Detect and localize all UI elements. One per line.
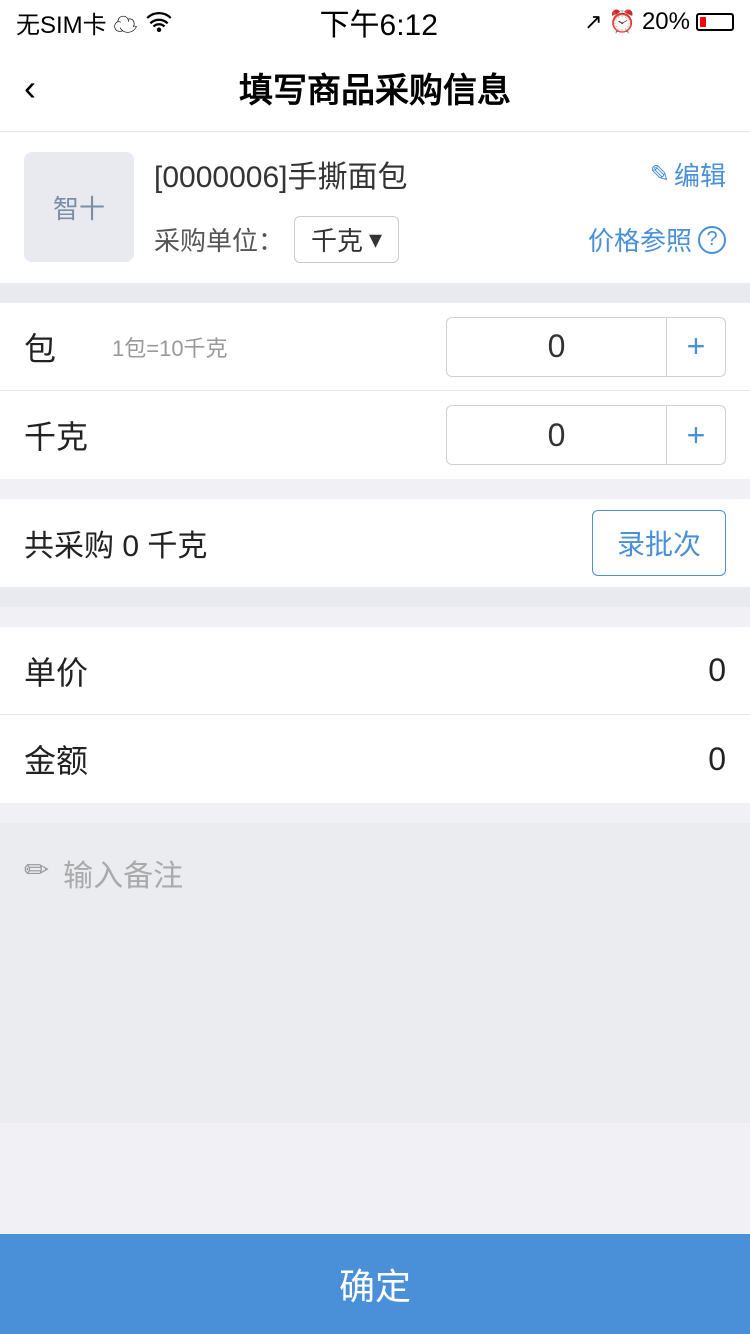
edit-icon: ✎ [650,160,670,189]
status-bar: 无SIM卡 ☁ 下午6:12 ↗ ⏰ 20% [0,0,750,44]
dropdown-icon: ▾ [369,224,382,255]
edit-label: 编辑 [674,156,726,193]
amount-value: 0 [708,741,726,778]
kg-input-row: 千克 + [0,391,750,479]
summary-unit: 千克 [147,530,207,563]
kg-quantity-input[interactable] [446,405,666,465]
back-button[interactable]: ‹ [24,67,36,109]
kg-input-right: + [446,405,726,465]
battery-percent: 20% [642,8,690,36]
product-name-row: [0000006]手撕面包 ✎ 编辑 [154,152,726,196]
kg-label: 千克 [24,412,104,458]
battery-icon [696,13,734,31]
purchase-unit-row: 采购单位： 千克 ▾ 价格参照 ? [154,216,726,263]
quantity-section: 包 1包=10千克 + 千克 + [0,303,750,479]
product-image: 智十 [24,152,134,262]
unit-price-row: 单价 0 [0,627,750,715]
summary-text: 共采购 0 千克 [24,521,207,565]
no-sim-label: 无SIM卡 ☁ [16,5,137,40]
product-name: [0000006]手撕面包 [154,152,407,196]
summary-amount: 0 [122,530,139,563]
nav-bar: ‹ 填写商品采购信息 [0,44,750,132]
product-card: 智十 [0000006]手撕面包 ✎ 编辑 采购单位： 千克 ▾ 价格参照 ? [0,132,750,283]
status-left: 无SIM卡 ☁ [16,5,173,40]
unit-price-label: 单价 [24,648,88,694]
amount-row: 金额 0 [0,715,750,803]
kg-plus-button[interactable]: + [666,405,726,465]
price-info-section: 单价 0 金额 0 [0,627,750,803]
status-time: 下午6:12 [320,0,438,44]
unit-value: 千克 [311,221,363,258]
unit-select[interactable]: 千克 ▾ [294,216,399,263]
bao-plus-button[interactable]: + [666,317,726,377]
purchase-unit-label: 采购单位： [154,221,284,258]
summary-prefix: 共采购 [24,530,114,563]
price-ref-button[interactable]: 价格参照 ? [588,221,726,258]
bao-label: 包 [24,324,104,370]
location-icon: ↗ [584,9,602,35]
price-ref-label: 价格参照 [588,221,692,258]
product-logo: 智十 [53,189,105,226]
bao-input-row: 包 1包=10千克 + [0,303,750,391]
bao-sublabel: 1包=10千克 [112,331,228,363]
batch-button[interactable]: 录批次 [592,510,726,576]
bottom-padding [0,1123,750,1223]
unit-price-value: 0 [708,652,726,689]
confirm-button-label: 确定 [339,1258,411,1310]
summary-section: 共采购 0 千克 录批次 [0,499,750,587]
status-right: ↗ ⏰ 20% [584,8,734,36]
edit-button[interactable]: ✎ 编辑 [650,156,726,193]
note-placeholder: 输入备注 [63,851,183,895]
confirm-button[interactable]: 确定 [0,1234,750,1334]
bao-input-right: + [446,317,726,377]
page-title: 填写商品采购信息 [239,63,511,112]
bao-quantity-input[interactable] [446,317,666,377]
wifi-icon [145,12,173,32]
section-divider-1 [0,283,750,303]
amount-label: 金额 [24,736,88,782]
summary-row: 共采购 0 千克 录批次 [0,499,750,587]
price-ref-help-icon: ? [698,226,726,254]
note-section[interactable]: ✏ 输入备注 [0,823,750,1123]
product-info: [0000006]手撕面包 ✎ 编辑 采购单位： 千克 ▾ 价格参照 ? [154,152,726,263]
alarm-icon: ⏰ [609,9,636,35]
section-divider-2 [0,587,750,607]
note-icon: ✏ [24,853,49,888]
